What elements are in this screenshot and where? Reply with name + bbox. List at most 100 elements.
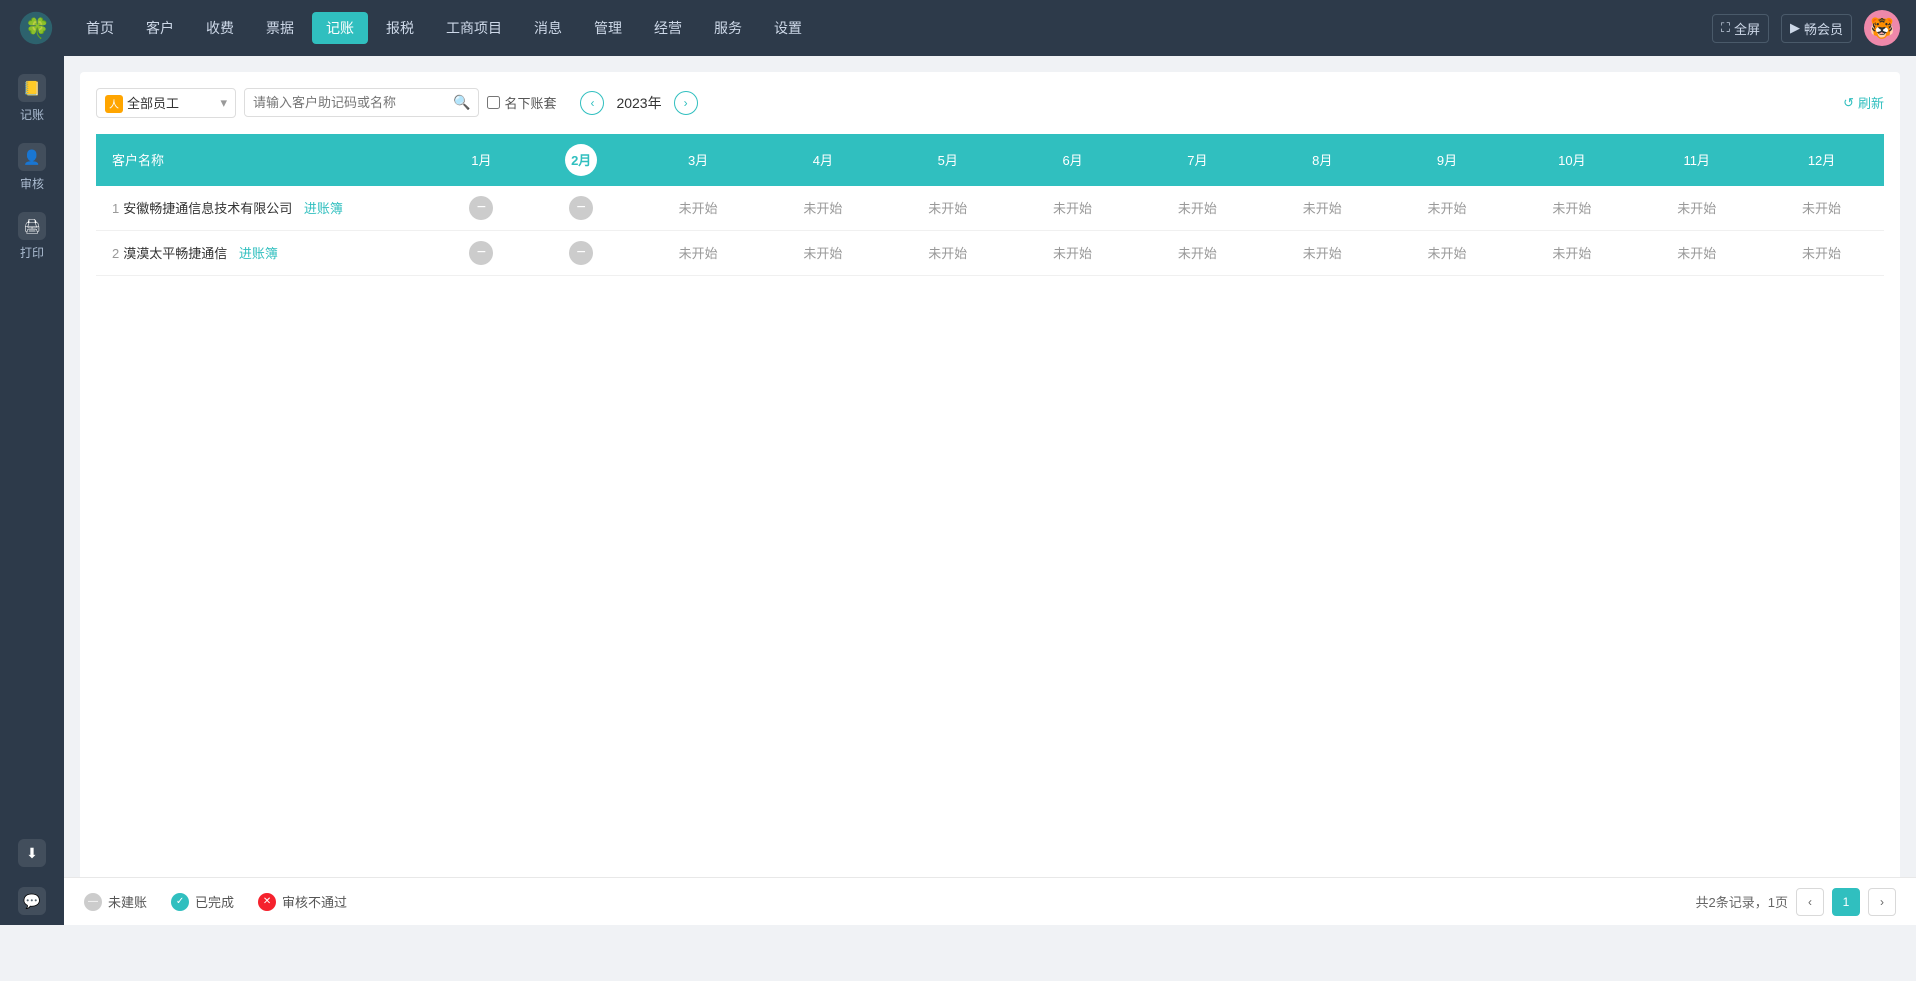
next-page-button[interactable]: › [1868,888,1896,916]
dash-icon: − [569,241,593,265]
sidebar-item-print[interactable]: 🖨 打印 [0,202,64,271]
sidebar-item-download[interactable]: ⬇ [0,829,64,877]
col-header-jul: 7月 [1135,134,1260,186]
not-started-text: 未开始 [803,246,842,261]
row-2-month-12: 未开始 [1759,230,1884,275]
row-1-month-3: 未开始 [636,186,761,231]
not-started-text: 未开始 [1178,246,1217,261]
row-1-month-4: 未开始 [760,186,885,231]
fullscreen-button[interactable]: ⛶ 全屏 [1712,14,1769,43]
not-started-text: 未开始 [1677,201,1716,216]
year-text: 2023年 [616,93,661,113]
nav-invoice[interactable]: 票据 [252,12,308,44]
row-1-month-1[interactable]: − [436,186,527,231]
dash-icon: − [469,196,493,220]
legend-not-started: — 未建账 [84,892,147,911]
sidebar-item-review[interactable]: 👤 审核 [0,133,64,202]
row-index: 2 [112,246,119,261]
prev-year-button[interactable]: ‹ [580,91,604,115]
col-header-sep: 9月 [1385,134,1510,186]
nav-tax[interactable]: 报税 [372,12,428,44]
chevron-down-icon: ▾ [220,95,227,111]
row-2-month-4: 未开始 [760,230,885,275]
col-header-jan: 1月 [436,134,527,186]
enter-ledger-link[interactable]: 进账簿 [304,201,343,216]
nav-customer[interactable]: 客户 [132,12,188,44]
legend-completed: ✓ 已完成 [171,892,234,911]
content-card: 人全部员工 ▾ 🔍 名下账套 ‹ 2023年 › ↺ 刷新 [80,72,1900,909]
col-header-may: 5月 [885,134,1010,186]
row-1-month-6: 未开始 [1010,186,1135,231]
enter-ledger-link[interactable]: 进账簿 [239,246,278,261]
employee-select[interactable]: 人全部员工 ▾ [96,88,236,118]
refresh-button[interactable]: ↺ 刷新 [1843,93,1884,112]
row-1-month-9: 未开始 [1385,186,1510,231]
row-2-month-7: 未开始 [1135,230,1260,275]
row-2-month-1[interactable]: − [436,230,527,275]
row-1-month-2[interactable]: − [527,186,636,231]
sidebar-accounting-label: 记账 [20,106,44,123]
sidebar: 📒 记账 👤 审核 🖨 打印 ⬇ 💬 [0,56,64,925]
row-2-month-3: 未开始 [636,230,761,275]
nav-message[interactable]: 消息 [520,12,576,44]
nav-service[interactable]: 服务 [700,12,756,44]
table-row: 1安徽畅捷通信息技术有限公司 进账簿−−未开始未开始未开始未开始未开始未开始未开… [96,186,1884,231]
nav-operations[interactable]: 经营 [640,12,696,44]
not-started-text: 未开始 [679,201,718,216]
legend-completed-label: 已完成 [195,892,234,911]
nav-fee[interactable]: 收费 [192,12,248,44]
nav-manage[interactable]: 管理 [580,12,636,44]
row-2-month-2[interactable]: − [527,230,636,275]
svg-text:🍀: 🍀 [25,17,50,40]
not-started-text: 未开始 [679,246,718,261]
current-page-button[interactable]: 1 [1832,888,1860,916]
toolbar: 人全部员工 ▾ 🔍 名下账套 ‹ 2023年 › ↺ 刷新 [96,88,1884,118]
not-started-text: 未开始 [803,201,842,216]
nav-items: 首页 客户 收费 票据 记账 报税 工商项目 消息 管理 经营 服务 设置 [72,12,1712,44]
col-header-dec: 12月 [1759,134,1884,186]
customer-name: 安徽畅捷通信息技术有限公司 [123,201,292,216]
download-icon: ⬇ [18,839,46,867]
sidebar-item-chat[interactable]: 💬 [0,877,64,925]
search-input[interactable] [245,90,445,115]
prev-page-button[interactable]: ‹ [1796,888,1824,916]
row-2-month-8: 未开始 [1260,230,1385,275]
review-icon: 👤 [18,143,46,171]
row-2-month-11: 未开始 [1634,230,1759,275]
not-started-text: 未开始 [1552,246,1591,261]
not-started-text: 未开始 [1053,246,1092,261]
nav-right-section: ⛶ 全屏 ▶ 畅会员 🐯 [1712,10,1900,46]
row-1-month-12: 未开始 [1759,186,1884,231]
table-header-row: 客户名称 1月 2月 3月 4月 5月 6月 7月 8月 9月 10月 11月 [96,134,1884,186]
checkbox-label[interactable]: 名下账套 [487,93,556,112]
nav-business[interactable]: 工商项目 [432,12,516,44]
nav-settings[interactable]: 设置 [760,12,816,44]
not-started-text: 未开始 [1802,246,1841,261]
user-avatar[interactable]: 🐯 [1864,10,1900,46]
row-1-month-5: 未开始 [885,186,1010,231]
vip-button[interactable]: ▶ 畅会员 [1781,14,1852,43]
account-checkbox[interactable] [487,96,500,109]
customer-name: 漠漠太平畅捷通信 [123,246,227,261]
nav-accounting[interactable]: 记账 [312,12,368,44]
row-1-month-7: 未开始 [1135,186,1260,231]
row-2-month-10: 未开始 [1509,230,1634,275]
not-started-text: 未开始 [928,246,967,261]
chat-icon: 💬 [18,887,46,915]
accounting-icon: 📒 [18,74,46,102]
search-button[interactable]: 🔍 [445,89,478,116]
col-header-apr: 4月 [760,134,885,186]
footer: — 未建账 ✓ 已完成 ✕ 审核不通过 共2条记录，1页 ‹ 1 › [64,877,1916,925]
app-logo: 🍀 [16,8,56,48]
dash-icon: − [569,196,593,220]
nav-home[interactable]: 首页 [72,12,128,44]
sidebar-item-accounting[interactable]: 📒 记账 [0,64,64,133]
sidebar-bottom: ⬇ 💬 [0,829,64,925]
main-table: 客户名称 1月 2月 3月 4月 5月 6月 7月 8月 9月 10月 11月 [96,134,1884,276]
employee-icon: 人 [105,95,123,113]
col-header-oct: 10月 [1509,134,1634,186]
main-content: 人全部员工 ▾ 🔍 名下账套 ‹ 2023年 › ↺ 刷新 [64,56,1916,925]
row-1-month-11: 未开始 [1634,186,1759,231]
next-year-button[interactable]: › [674,91,698,115]
not-started-text: 未开始 [1552,201,1591,216]
